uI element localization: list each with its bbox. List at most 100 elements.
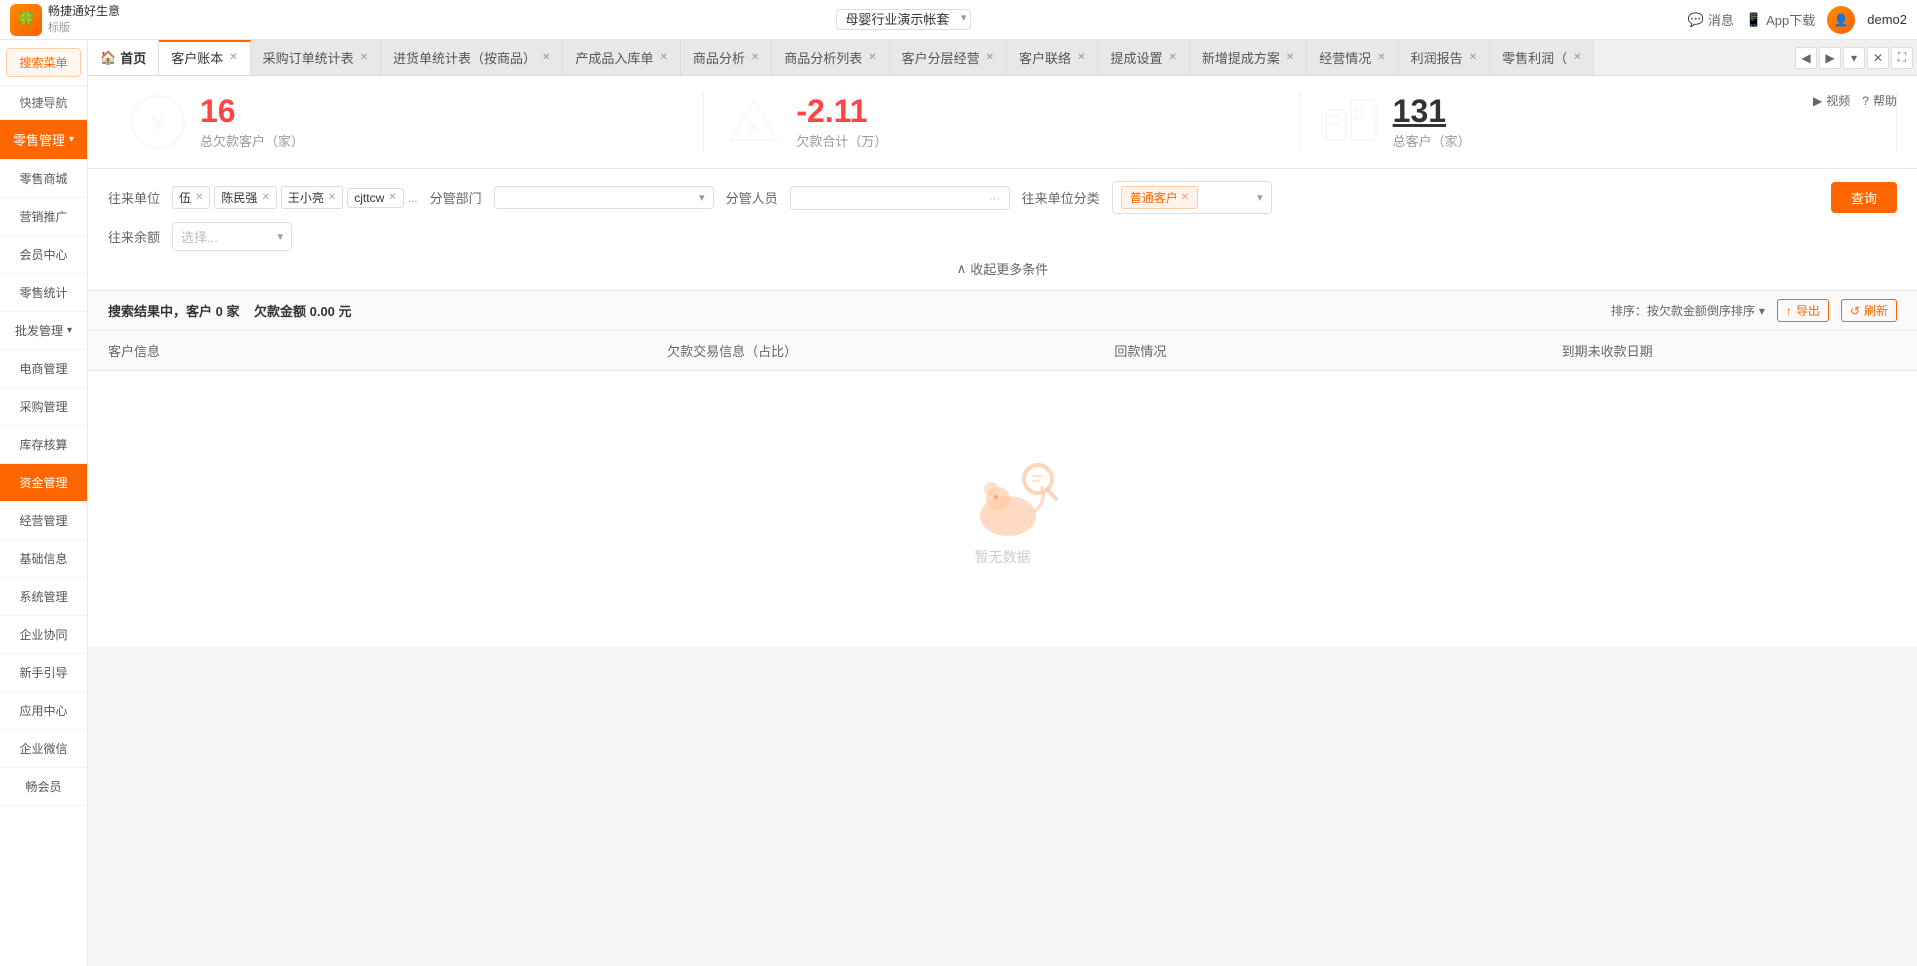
dept-select[interactable]: ▾ <box>494 186 714 209</box>
tab-profit-report[interactable]: 利润报告 ✕ <box>1399 40 1490 75</box>
tenant-select[interactable]: 母婴行业演示帐套 <box>836 9 971 30</box>
tab-accounts-receivable[interactable]: 客户账本 ✕ <box>159 40 250 75</box>
sidebar-item-retail-mgmt[interactable]: 零售管理 ▾ <box>0 120 87 160</box>
export-btn[interactable]: ↑ 导出 <box>1777 299 1829 322</box>
user-avatar[interactable]: 👤 <box>1827 6 1855 34</box>
tab-expand-btn[interactable]: ⛶ <box>1891 47 1913 69</box>
sidebar-item-inventory[interactable]: 库存核算 <box>0 426 87 464</box>
video-btn[interactable]: ▶ 视频 <box>1813 92 1850 109</box>
filter-tag-wu[interactable]: 伍 ✕ <box>172 186 210 209</box>
sidebar-item-wholesale[interactable]: 批发管理 ▾ <box>0 312 87 350</box>
newbie-label: 新手引导 <box>19 664 67 681</box>
quick-nav-btn[interactable]: 快捷导航 <box>0 86 87 120</box>
tab-purchase-close[interactable]: ✕ <box>360 52 368 63</box>
tag-wang-close[interactable]: ✕ <box>328 192 336 203</box>
tab-retail-profit-close[interactable]: ✕ <box>1573 52 1581 63</box>
sidebar-item-member[interactable]: 会员中心 <box>0 236 87 274</box>
filter-more-btn[interactable]: ... <box>408 191 418 205</box>
sidebar-item-retail-stats[interactable]: 零售统计 <box>0 274 87 312</box>
tab-ops-close[interactable]: ✕ <box>1377 52 1385 63</box>
person-select[interactable]: ··· <box>790 186 1010 210</box>
sidebar-item-vip[interactable]: 畅会员 <box>0 768 87 806</box>
app-download-btn[interactable]: 📱 App下载 <box>1746 10 1815 29</box>
person-more-icon: ··· <box>989 191 1001 205</box>
tab-retail-profit[interactable]: 零售利润（ ✕ <box>1490 40 1594 75</box>
empty-label: 暂无数据 <box>975 547 1031 567</box>
filter-row-2: 往来余额 选择... ▾ <box>108 222 1897 251</box>
unit-category-label: 往来单位分类 <box>1022 188 1100 207</box>
tab-home[interactable]: 🏠 首页 <box>88 40 159 75</box>
header-right: 💬 消息 📱 App下载 👤 demo2 <box>1688 6 1907 34</box>
tab-promotion-close[interactable]: ✕ <box>1168 52 1176 63</box>
tab-ops-status-label: 经营情况 <box>1319 48 1371 67</box>
tab-product-analysis[interactable]: 商品分析 ✕ <box>681 40 772 75</box>
filter-tag-wang[interactable]: 王小亮 ✕ <box>281 186 343 209</box>
col-header-payback: 回款情况 <box>1114 341 1561 360</box>
stat-total-credit: ✕ -2.11 欠款合计（万） <box>704 92 1300 152</box>
collapse-btn[interactable]: ∧ 收起更多条件 <box>108 259 1897 278</box>
tenant-wrapper[interactable]: 母婴行业演示帐套 <box>836 9 971 30</box>
sidebar-item-app-center[interactable]: 应用中心 <box>0 692 87 730</box>
tab-purchase-order[interactable]: 采购订单统计表 ✕ <box>251 40 381 75</box>
tab-production-close[interactable]: ✕ <box>659 52 667 63</box>
search-btn[interactable]: 查询 <box>1831 182 1897 213</box>
tab-analysis-list-close[interactable]: ✕ <box>868 52 876 63</box>
sidebar-item-purchase[interactable]: 采购管理 <box>0 388 87 426</box>
svg-text:¥: ¥ <box>150 110 164 135</box>
tab-new-promotion[interactable]: 新增提成方案 ✕ <box>1190 40 1307 75</box>
tab-prev-btn[interactable]: ◀ <box>1795 47 1817 69</box>
tag-wu-close[interactable]: ✕ <box>195 192 203 203</box>
tab-customer-connect-close[interactable]: ✕ <box>1077 52 1085 63</box>
sidebar-item-ecommerce[interactable]: 电商管理 <box>0 350 87 388</box>
refresh-btn[interactable]: ↺ 刷新 <box>1841 299 1897 322</box>
tab-menu-btn[interactable]: ▾ <box>1843 47 1865 69</box>
tab-ops-status[interactable]: 经营情况 ✕ <box>1307 40 1398 75</box>
basic-info-label: 基础信息 <box>19 550 67 567</box>
help-btn[interactable]: ? 帮助 <box>1862 92 1897 109</box>
col-customer-label: 客户信息 <box>108 344 160 359</box>
tab-customer-tier[interactable]: 客户分层经营 ✕ <box>890 40 1007 75</box>
tab-promotion-settings[interactable]: 提成设置 ✕ <box>1098 40 1189 75</box>
sidebar-item-marketing[interactable]: 营销推广 <box>0 198 87 236</box>
tab-accounts-receivable-close[interactable]: ✕ <box>229 52 237 63</box>
tag-chen-close[interactable]: ✕ <box>261 192 269 203</box>
sort-selector[interactable]: 排序：按欠款金额倒序排序 ▾ <box>1611 302 1765 319</box>
tab-new-promotion-close[interactable]: ✕ <box>1286 52 1294 63</box>
message-btn[interactable]: 💬 消息 <box>1688 10 1734 29</box>
member-label: 会员中心 <box>19 246 67 263</box>
search-menu-btn[interactable]: 搜索菜单 <box>6 48 81 77</box>
sidebar-item-wechat[interactable]: 企业微信 <box>0 730 87 768</box>
sidebar-item-operations[interactable]: 经营管理 <box>0 502 87 540</box>
sidebar-item-system[interactable]: 系统管理 <box>0 578 87 616</box>
filter-tag-chen[interactable]: 陈民强 ✕ <box>214 186 276 209</box>
tab-profit-close[interactable]: ✕ <box>1469 52 1477 63</box>
stat-total-customers-text: 131 总客户（家） <box>1393 95 1471 150</box>
tab-inventory-stats[interactable]: 进货单统计表（按商品） ✕ <box>381 40 563 75</box>
system-label: 系统管理 <box>19 588 67 605</box>
category-tag-text: 普通客户 <box>1130 189 1178 206</box>
username: demo2 <box>1867 12 1907 27</box>
tab-product-analysis-list[interactable]: 商品分析列表 ✕ <box>772 40 889 75</box>
sidebar-item-capital[interactable]: 资金管理 <box>0 464 87 502</box>
sidebar-item-enterprise[interactable]: 企业协同 <box>0 616 87 654</box>
credit-customers-icon: ¥ <box>128 92 188 152</box>
message-label: 消息 <box>1708 10 1734 29</box>
sidebar-item-retail-mall[interactable]: 零售商城 <box>0 160 87 198</box>
tab-customer-connect[interactable]: 客户联络 ✕ <box>1007 40 1098 75</box>
balance-select[interactable]: 选择... ▾ <box>172 222 292 251</box>
tab-product-analysis-close[interactable]: ✕ <box>751 52 759 63</box>
tab-inventory-stats-close[interactable]: ✕ <box>542 52 550 63</box>
sidebar-item-basic-info[interactable]: 基础信息 <box>0 540 87 578</box>
tab-customer-tier-close[interactable]: ✕ <box>986 52 994 63</box>
tag-cjttcw-close[interactable]: ✕ <box>388 192 396 203</box>
tab-close-all-btn[interactable]: ✕ <box>1867 47 1889 69</box>
enterprise-label: 企业协同 <box>19 626 67 643</box>
tab-production-stock[interactable]: 产成品入库单 ✕ <box>563 40 680 75</box>
category-tag-close[interactable]: ✕ <box>1181 192 1189 203</box>
category-tag-normal[interactable]: 普通客户 ✕ <box>1121 186 1198 209</box>
tab-next-btn[interactable]: ▶ <box>1819 47 1841 69</box>
sidebar-item-newbie[interactable]: 新手引导 <box>0 654 87 692</box>
unit-category-select[interactable]: 普通客户 ✕ ▾ <box>1112 181 1272 214</box>
inventory-label: 库存核算 <box>19 436 67 453</box>
filter-tag-cjttcw[interactable]: cjttcw ✕ <box>347 188 403 208</box>
